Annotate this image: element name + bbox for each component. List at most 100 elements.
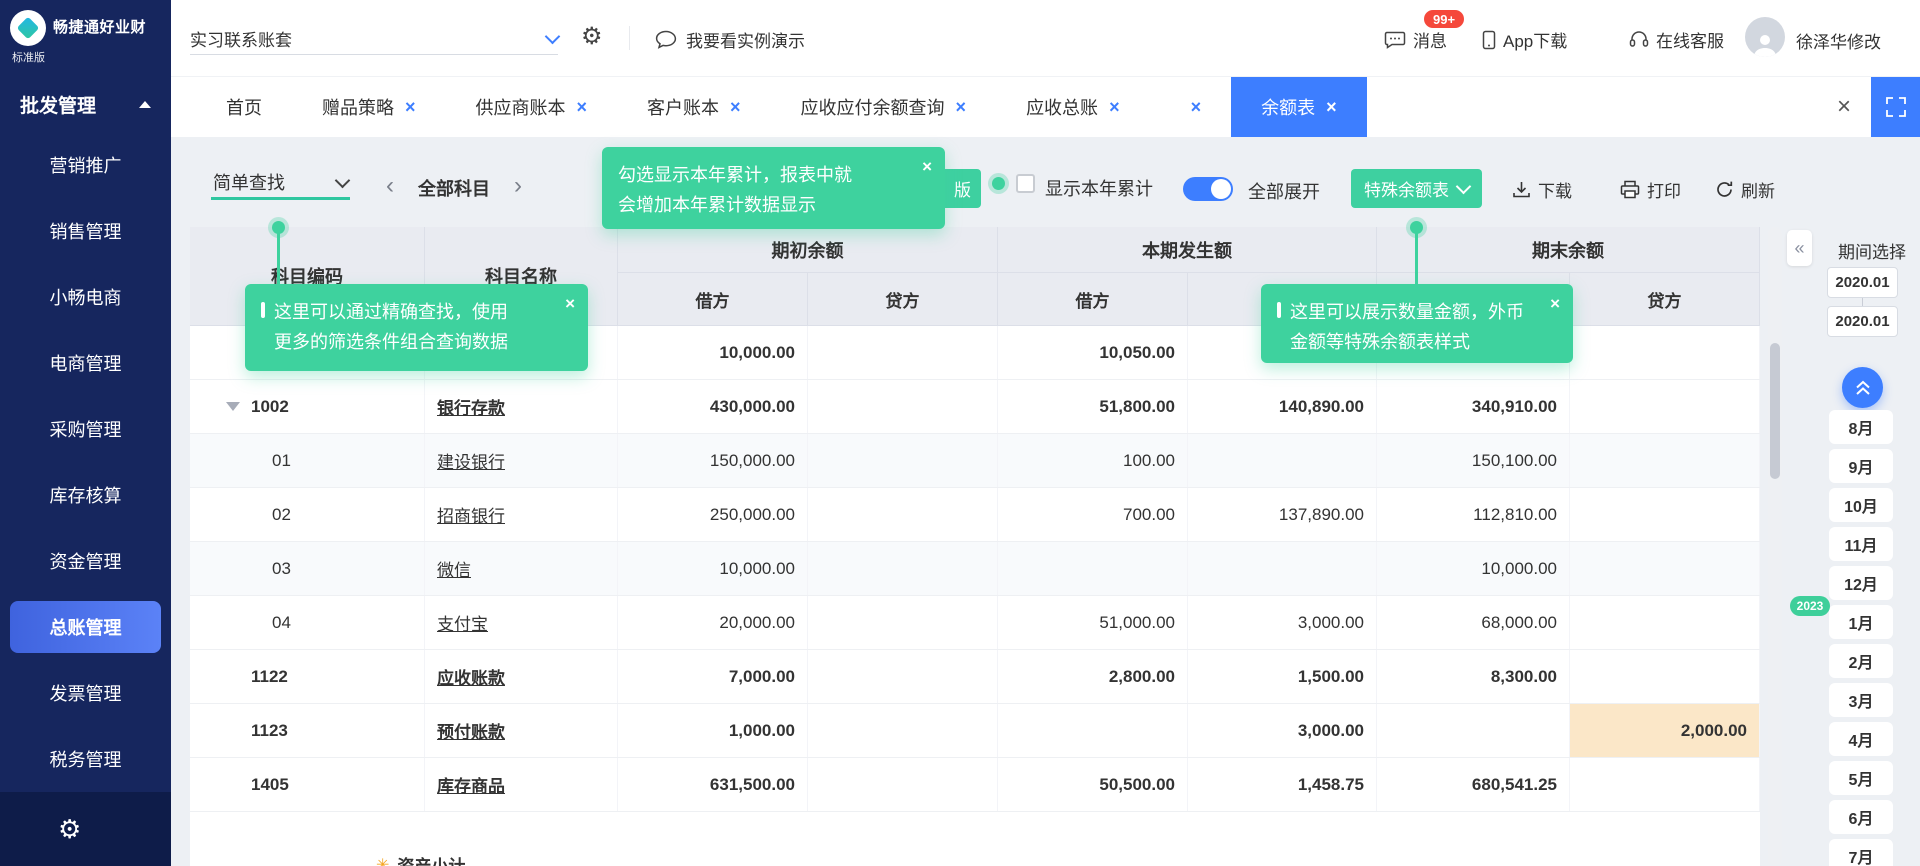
table-row[interactable]: 01 建设银行 150,000.00 100.00 150,100.00 [190,434,1760,488]
month-item[interactable]: 8月 [1829,410,1893,444]
cell-current-debit: 2,800.00 [998,650,1188,703]
month-item[interactable]: 9月 [1829,449,1893,483]
account-link[interactable]: 招商银行 [437,502,505,527]
sidebar-item-general-ledger[interactable]: 总账管理 [10,601,161,653]
expand-all-toggle[interactable] [1183,177,1233,201]
account-link[interactable]: 微信 [437,556,471,581]
close-icon[interactable]: × [1191,98,1202,116]
search-mode-select[interactable]: 简单查找 [211,167,351,200]
period-to[interactable]: 2020.01 [1827,306,1898,337]
account-link[interactable]: 银行存款 [437,394,505,419]
sidebar-item-funds[interactable]: 资金管理 [0,528,171,594]
month-item[interactable]: 2月 [1829,644,1893,678]
refresh-button[interactable]: 刷新 [1715,177,1775,202]
month-item[interactable]: 1月 [1829,605,1893,639]
table-row[interactable]: 1002 银行存款 430,000.00 51,800.00 140,890.0… [190,380,1760,434]
back-to-top-button[interactable] [1842,367,1883,408]
month-item[interactable]: 12月 [1829,566,1893,600]
sidebar-item-invoice[interactable]: 发票管理 [0,660,171,726]
ytd-checkbox-label[interactable]: 显示本年累计 [1045,175,1153,201]
close-icon[interactable]: × [956,98,967,116]
prev-icon[interactable]: ‹ [386,174,394,198]
next-icon[interactable]: › [514,174,522,198]
sidebar-item-inventory[interactable]: 库存核算 [0,462,171,528]
month-item[interactable]: 6月 [1829,800,1893,834]
account-set-select[interactable]: 实习联系账套 [190,22,561,55]
sidebar-item-xiaochang-ecom[interactable]: 小畅电商 [0,264,171,330]
cell-name: 微信 [425,542,618,595]
fullscreen-button[interactable] [1871,76,1920,137]
sidebar-item-ecommerce[interactable]: 电商管理 [0,330,171,396]
sidebar-item-marketing[interactable]: 营销推广 [0,132,171,198]
close-icon[interactable]: × [922,158,932,175]
close-icon[interactable]: × [405,98,416,116]
period-from[interactable]: 2020.01 [1827,267,1898,298]
header-debit: 借方 [998,273,1188,326]
close-icon[interactable]: × [1326,98,1337,116]
cell-ending-debit: 112,810.00 [1377,488,1570,541]
close-all-tabs-icon[interactable]: × [1837,94,1851,119]
close-icon[interactable]: × [577,98,588,116]
download-icon [1513,182,1530,198]
sidebar-section-header[interactable]: 批发管理 [0,76,171,132]
account-link[interactable]: 应收账款 [437,664,505,689]
close-icon[interactable]: × [730,98,741,116]
table-row[interactable]: 1123 预付账款 1,000.00 3,000.00 2,000.00 [190,704,1760,758]
username[interactable]: 徐泽华修改 [1796,28,1881,53]
table-row[interactable]: 1122 应收账款 7,000.00 2,800.00 1,500.00 8,3… [190,650,1760,704]
tab-supplier-ledger[interactable]: 供应商账本 × [446,76,618,137]
print-button[interactable]: 打印 [1620,177,1681,202]
tab-bar-actions: × [1837,76,1920,137]
vertical-scrollbar[interactable] [1768,227,1782,866]
messages-button[interactable]: 消息 [1384,27,1447,52]
month-item[interactable]: 11月 [1829,527,1893,561]
month-item[interactable]: 3月 [1829,683,1893,717]
cell-name: 招商银行 [425,488,618,541]
sidebar-item-tax[interactable]: 税务管理 [0,726,171,792]
tab-ar-ap-balance[interactable]: 应收应付余额查询 × [771,76,997,137]
month-item[interactable]: 7月 [1829,839,1893,866]
collapse-expand-icon[interactable] [226,402,240,411]
tab-ar-general[interactable]: 应收总账 × [996,76,1150,137]
sidebar-item-sales[interactable]: 销售管理 [0,198,171,264]
demo-link[interactable]: 我要看实例演示 [655,27,805,52]
tab-gift-policy[interactable]: 赠品策略 × [292,76,446,137]
tab-detail-ledger[interactable]: × [1150,76,1232,137]
tab-customer-ledger[interactable]: 客户账本 × [617,76,771,137]
table-row[interactable]: 02 招商银行 250,000.00 700.00 137,890.00 112… [190,488,1760,542]
sidebar-item-purchasing[interactable]: 采购管理 [0,396,171,462]
account-link[interactable]: 预付账款 [437,718,505,743]
gear-icon[interactable]: ⚙ [58,814,81,845]
online-service-button[interactable]: 在线客服 [1629,27,1724,52]
close-icon[interactable]: × [1109,98,1120,116]
close-icon[interactable]: × [565,295,575,312]
subject-filter-label[interactable]: 全部科目 [418,175,490,201]
table-row[interactable]: 04 支付宝 20,000.00 51,000.00 3,000.00 68,0… [190,596,1760,650]
divider [629,26,630,50]
cell-current-debit [998,704,1188,757]
month-item[interactable]: 10月 [1829,488,1893,522]
app-download-button[interactable]: App下载 [1482,27,1567,52]
sidebar-footer: ⚙ [0,792,171,866]
panel-collapse-button[interactable]: « [1787,230,1812,266]
download-button[interactable]: 下载 [1512,177,1572,202]
month-item[interactable]: 5月 [1829,761,1893,795]
scrollbar-thumb[interactable] [1770,343,1780,479]
tab-home[interactable]: 首页 [196,76,292,137]
header-debit: 借方 [618,273,808,326]
avatar[interactable] [1745,17,1785,57]
ytd-checkbox[interactable] [1016,174,1035,193]
close-icon[interactable]: × [1550,295,1560,312]
table-row[interactable]: 1405 库存商品 631,500.00 50,500.00 1,458.75 … [190,758,1760,812]
table-row[interactable]: 03 微信 10,000.00 10,000.00 [190,542,1760,596]
settings-gear-icon[interactable]: ⚙ [581,22,603,51]
tab-balance-sheet[interactable]: 余额表 × [1231,76,1367,137]
expand-all-label: 全部展开 [1248,182,1320,202]
account-link[interactable]: 支付宝 [437,610,488,635]
special-balance-button[interactable]: 特殊余额表 [1351,169,1482,208]
cell-ending-credit [1570,488,1760,541]
toolbar: 简单查找 ‹ 全部科目 › 版 显示本年累计 全部展开 特殊余额表 下载 打印 … [171,137,1920,227]
month-item[interactable]: 4月 [1829,722,1893,756]
account-link[interactable]: 建设银行 [437,448,505,473]
account-link[interactable]: 库存商品 [437,772,505,797]
